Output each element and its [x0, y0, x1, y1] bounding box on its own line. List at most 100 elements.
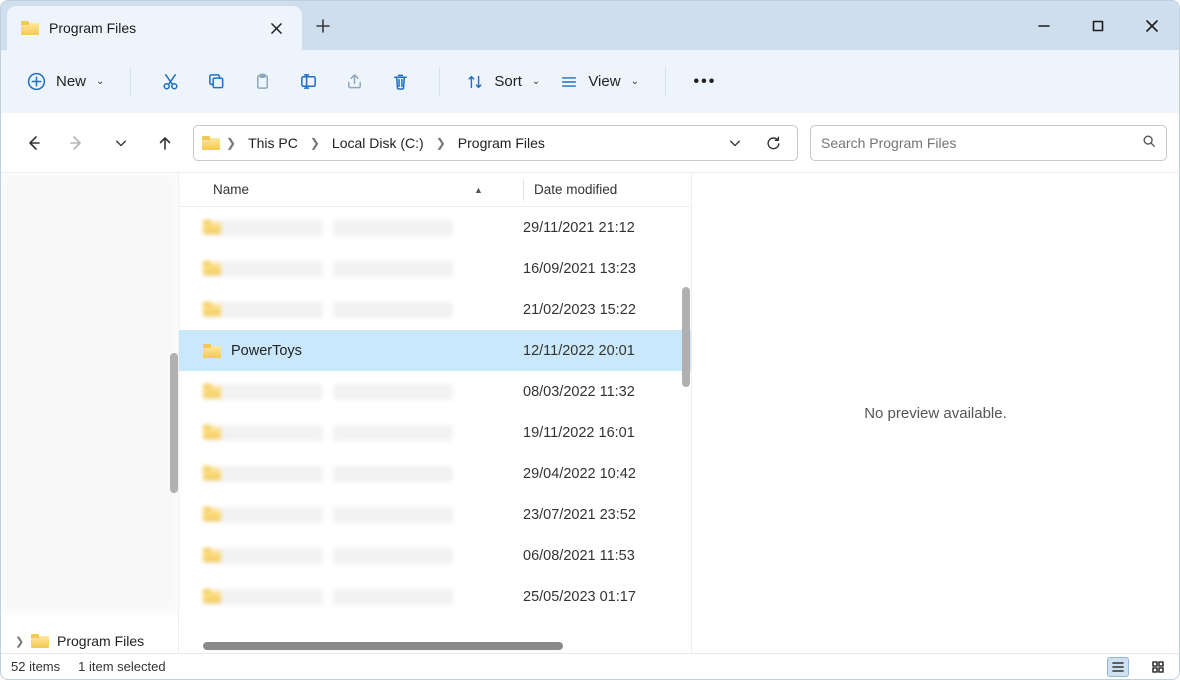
folder-icon — [203, 302, 323, 318]
col-name-label: Name — [213, 182, 249, 197]
file-scrollbar-horizontal[interactable] — [203, 642, 563, 650]
nav-item-program-files[interactable]: ❯ Program Files — [31, 633, 144, 649]
col-date-header[interactable]: Date modified — [524, 182, 617, 197]
chevron-right-icon: ❯ — [15, 635, 24, 648]
preview-message: No preview available. — [864, 405, 1007, 422]
status-selection: 1 item selected — [78, 659, 165, 674]
recent-button[interactable] — [105, 127, 137, 159]
file-date: 16/09/2021 13:23 — [523, 261, 636, 277]
search-icon — [1142, 134, 1156, 153]
tab-close-button[interactable] — [264, 16, 288, 40]
file-rows[interactable]: 29/11/2021 21:12 16/09/2021 13:23 21/02/20… — [179, 207, 691, 639]
folder-icon — [203, 344, 221, 358]
forward-button — [61, 127, 93, 159]
toolbar: New ⌄ Sort ⌄ View ⌄ ••• — [1, 50, 1179, 114]
file-name — [333, 302, 453, 318]
close-window-button[interactable] — [1125, 1, 1179, 50]
crumb-this-pc[interactable]: This PC — [242, 133, 304, 153]
new-label: New — [56, 73, 86, 90]
folder-icon — [203, 466, 323, 482]
status-item-count: 52 items — [11, 659, 60, 674]
column-headers: Name ▲ Date modified — [179, 173, 691, 207]
folder-icon — [31, 634, 49, 648]
address-history-button[interactable] — [719, 127, 751, 159]
copy-button[interactable] — [193, 62, 239, 102]
address-row: ❯ This PC ❯ Local Disk (C:) ❯ Program Fi… — [1, 114, 1179, 173]
rename-button[interactable] — [285, 62, 331, 102]
tab-title: Program Files — [49, 20, 254, 36]
chevron-right-icon: ❯ — [436, 136, 446, 150]
file-row[interactable]: 08/03/2022 11:32 — [179, 371, 691, 412]
file-row[interactable]: 06/08/2021 11:53 — [179, 535, 691, 576]
folder-icon — [21, 21, 39, 35]
file-name: PowerToys — [231, 343, 302, 359]
crumb-local-disk[interactable]: Local Disk (C:) — [326, 133, 430, 153]
file-scrollbar-vertical[interactable] — [682, 287, 690, 387]
maximize-button[interactable] — [1071, 1, 1125, 50]
paste-button — [239, 62, 285, 102]
file-name — [333, 220, 453, 236]
details-view-toggle[interactable] — [1107, 657, 1129, 677]
file-name — [333, 466, 453, 482]
preview-pane: No preview available. — [691, 173, 1179, 653]
file-name — [333, 425, 453, 441]
refresh-button[interactable] — [757, 127, 789, 159]
chevron-right-icon: ❯ — [226, 136, 236, 150]
sort-asc-icon: ▲ — [474, 185, 483, 195]
chevron-down-icon: ⌄ — [96, 76, 104, 87]
delete-button[interactable] — [377, 62, 423, 102]
thumbnails-view-toggle[interactable] — [1147, 657, 1169, 677]
chevron-down-icon: ⌄ — [532, 76, 540, 87]
ellipsis-icon: ••• — [694, 73, 717, 91]
minimize-button[interactable] — [1017, 1, 1071, 50]
search-input[interactable] — [821, 135, 1134, 151]
file-scrollbar-horizontal-track — [179, 639, 691, 653]
file-date: 23/07/2021 23:52 — [523, 507, 636, 523]
folder-icon — [203, 425, 323, 441]
file-row[interactable]: 21/02/2023 15:22 — [179, 289, 691, 330]
status-bar: 52 items 1 item selected — [1, 653, 1179, 679]
file-date: 29/11/2021 21:12 — [523, 220, 635, 236]
file-row[interactable]: 19/11/2022 16:01 — [179, 412, 691, 453]
search-box[interactable] — [810, 125, 1167, 161]
explorer-window: Program Files New ⌄ Sort ⌄ — [0, 0, 1180, 680]
sort-label: Sort — [494, 73, 522, 90]
nav-scrollbar[interactable] — [170, 353, 178, 493]
folder-icon — [203, 507, 323, 523]
file-row[interactable]: 29/04/2022 10:42 — [179, 453, 691, 494]
file-date: 12/11/2022 20:01 — [523, 343, 635, 359]
view-button[interactable]: View ⌄ — [550, 67, 649, 97]
address-bar[interactable]: ❯ This PC ❯ Local Disk (C:) ❯ Program Fi… — [193, 125, 798, 161]
main-area: ❯ Program Files Name ▲ Date modified 29/… — [1, 173, 1179, 653]
file-date: 06/08/2021 11:53 — [523, 548, 635, 564]
new-button[interactable]: New ⌄ — [17, 66, 114, 97]
folder-icon — [203, 220, 323, 236]
file-list-pane: Name ▲ Date modified 29/11/2021 21:12 16/… — [179, 173, 691, 653]
up-button[interactable] — [149, 127, 181, 159]
folder-icon — [203, 589, 323, 605]
back-button[interactable] — [17, 127, 49, 159]
chevron-right-icon: ❯ — [310, 136, 320, 150]
folder-icon — [203, 384, 323, 400]
file-date: 29/04/2022 10:42 — [523, 466, 636, 482]
file-row-selected[interactable]: PowerToys 12/11/2022 20:01 — [179, 330, 691, 371]
cut-button[interactable] — [147, 62, 193, 102]
file-row[interactable]: 25/05/2023 01:17 — [179, 576, 691, 617]
col-name-header[interactable]: Name ▲ — [213, 182, 523, 197]
navigation-pane[interactable]: ❯ Program Files — [1, 173, 179, 653]
tab-program-files[interactable]: Program Files — [7, 6, 302, 50]
more-button[interactable]: ••• — [682, 62, 728, 102]
sort-button[interactable]: Sort ⌄ — [456, 67, 550, 97]
chevron-down-icon: ⌄ — [631, 76, 639, 87]
file-name — [333, 384, 453, 400]
file-name — [333, 589, 453, 605]
file-row[interactable]: 16/09/2021 13:23 — [179, 248, 691, 289]
folder-icon — [203, 261, 323, 277]
new-tab-button[interactable] — [302, 1, 344, 50]
file-name — [333, 548, 453, 564]
file-date: 19/11/2022 16:01 — [523, 425, 635, 441]
file-row[interactable]: 23/07/2021 23:52 — [179, 494, 691, 535]
file-row[interactable]: 29/11/2021 21:12 — [179, 207, 691, 248]
title-bar[interactable]: Program Files — [1, 1, 1179, 50]
crumb-program-files[interactable]: Program Files — [452, 133, 551, 153]
